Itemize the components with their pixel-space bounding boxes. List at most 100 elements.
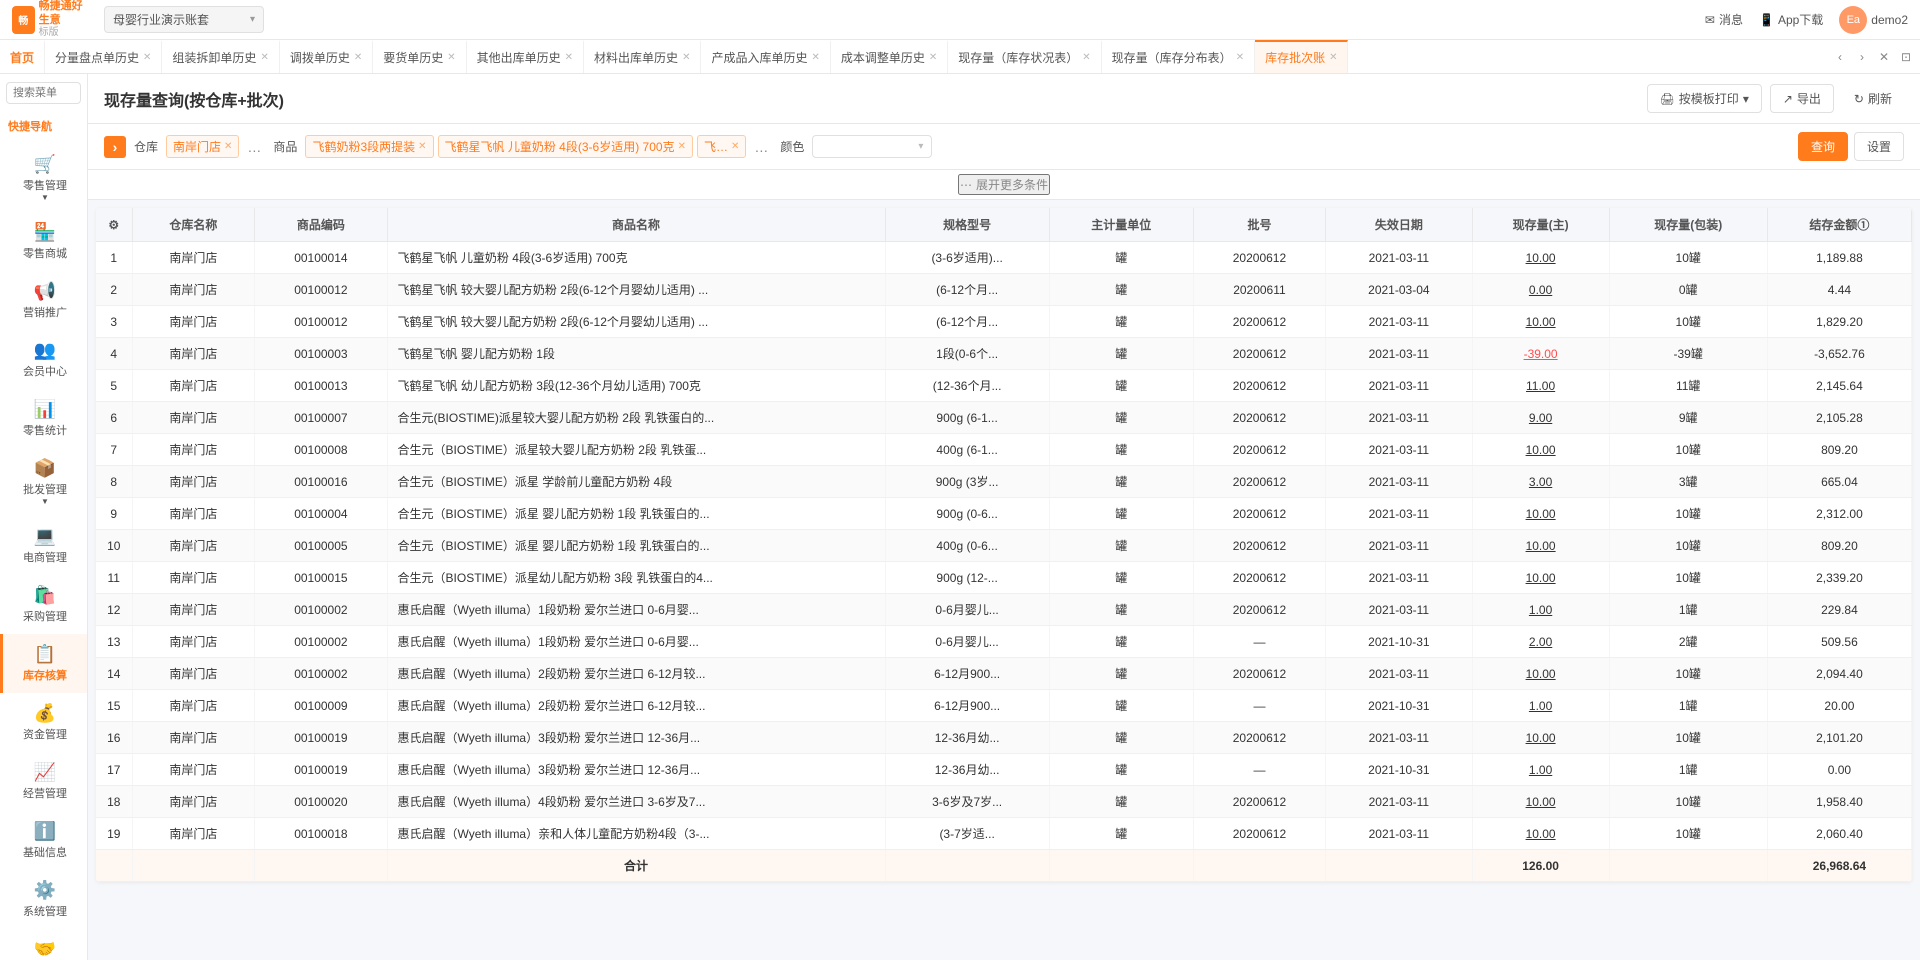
tab-3[interactable]: 调拨单历史 ✕ — [280, 40, 373, 74]
cell-code: 00100019 — [255, 722, 387, 754]
goods-tag-3-remove[interactable]: ✕ — [731, 141, 739, 152]
th-settings[interactable]: ⚙ — [96, 208, 132, 242]
sidebar-item-ecommerce[interactable]: 💻 电商管理 — [0, 516, 87, 575]
sidebar-item-purchase[interactable]: 🛍️ 采购管理 — [0, 575, 87, 634]
tab-8-close[interactable]: ✕ — [929, 52, 937, 63]
cell-name: 合生元(BIOSTIME)派星较大婴儿配方奶粉 2段 乳铁蛋白的... — [387, 402, 885, 434]
cell-code: 00100002 — [255, 594, 387, 626]
tab-9-label: 现存量（库存状况表） — [958, 49, 1078, 66]
table-row: 14 南岸门店 00100002 惠氏启醒（Wyeth illuma）2段奶粉 … — [96, 658, 1912, 690]
workspace-selector[interactable]: 母婴行业演示账套 ▾ — [104, 6, 264, 33]
sidebar-item-member[interactable]: 👥 会员中心 — [0, 330, 87, 389]
tab-2[interactable]: 组装拆卸单历史 ✕ — [162, 40, 279, 74]
message-btn[interactable]: ✉ 消息 — [1705, 11, 1743, 28]
tab-2-close[interactable]: ✕ — [260, 52, 268, 63]
quick-nav[interactable]: 快捷导航 — [0, 112, 87, 140]
footer-amount: 26,968.64 — [1767, 850, 1911, 882]
cell-unit: 罐 — [1049, 562, 1193, 594]
tab-3-close[interactable]: ✕ — [354, 52, 362, 63]
cell-amount: 2,101.20 — [1767, 722, 1911, 754]
page-header: 现存量查询(按仓库+批次) 🖨 按模板打印 ▾ ↗ 导出 ↻ 刷新 — [88, 74, 1920, 124]
tab-4[interactable]: 要货单历史 ✕ — [373, 40, 466, 74]
cell-expiry: 2021-03-11 — [1326, 466, 1473, 498]
warehouse-filter-ellipsis[interactable]: … — [243, 139, 265, 155]
tab-7-close[interactable]: ✕ — [811, 52, 819, 63]
sidebar-item-basic-info[interactable]: ℹ️ 基础信息 — [0, 811, 87, 870]
tab-5-close[interactable]: ✕ — [565, 52, 573, 63]
tab-10[interactable]: 现存量（库存分布表） ✕ — [1102, 40, 1255, 74]
search-input[interactable] — [6, 82, 81, 104]
tab-10-close[interactable]: ✕ — [1236, 52, 1244, 63]
tab-11[interactable]: 库存批次账 ✕ — [1255, 40, 1348, 74]
sidebar-item-system[interactable]: ⚙️ 系统管理 — [0, 870, 87, 929]
cell-num: 8 — [96, 466, 132, 498]
warehouse-tag-remove[interactable]: ✕ — [224, 141, 232, 152]
cell-code: 00100008 — [255, 434, 387, 466]
sidebar-item-inventory[interactable]: 📋 库存核算 — [0, 634, 87, 693]
table-row: 3 南岸门店 00100012 飞鹤星飞帆 较大婴儿配方奶粉 2段(6-12个月… — [96, 306, 1912, 338]
cell-warehouse: 南岸门店 — [132, 722, 255, 754]
cell-stock-main: 11.00 — [1472, 370, 1609, 402]
tab-close-all-btn[interactable]: ✕ — [1874, 47, 1894, 67]
tab-1-close[interactable]: ✕ — [143, 52, 151, 63]
tab-11-close[interactable]: ✕ — [1329, 52, 1337, 63]
settings-btn[interactable]: 设置 — [1854, 132, 1904, 161]
sidebar-item-wholesale[interactable]: 📦 批发管理 ▼ — [0, 448, 87, 516]
user-menu[interactable]: Ea demo2 — [1839, 6, 1908, 34]
goods-tag-1-remove[interactable]: ✕ — [418, 141, 426, 152]
sidebar-item-retail-mall[interactable]: 🏪 零售商城 — [0, 212, 87, 271]
cell-stock-pkg: 10罐 — [1609, 818, 1767, 850]
sidebar-item-retail-mgmt[interactable]: 🛒 零售管理 ▼ — [0, 144, 87, 212]
sidebar-item-retail-stats[interactable]: 📊 零售统计 — [0, 389, 87, 448]
cell-stock-pkg: 11罐 — [1609, 370, 1767, 402]
tab-6-close[interactable]: ✕ — [682, 52, 690, 63]
goods-tag-2-remove[interactable]: ✕ — [678, 141, 686, 152]
cell-stock-main: 3.00 — [1472, 466, 1609, 498]
tab-5[interactable]: 其他出库单历史 ✕ — [467, 40, 584, 74]
tab-nav: ‹ › ✕ ⊡ — [1826, 47, 1920, 67]
app-download-btn[interactable]: 📱 App下载 — [1759, 11, 1823, 28]
tab-prev-btn[interactable]: ‹ — [1830, 47, 1850, 67]
cell-warehouse: 南岸门店 — [132, 274, 255, 306]
cell-expiry: 2021-10-31 — [1326, 626, 1473, 658]
goods-filter-ellipsis[interactable]: … — [750, 139, 772, 155]
cell-spec: 3-6岁及7岁... — [885, 786, 1049, 818]
sidebar-item-finance[interactable]: 💰 资金管理 — [0, 693, 87, 752]
tab-home[interactable]: 首页 — [0, 40, 45, 74]
footer-empty-3 — [255, 850, 387, 882]
sidebar-item-collab[interactable]: 🤝 企业协同 — [0, 929, 87, 960]
table-header-row: ⚙ 仓库名称 商品编码 商品名称 规格型号 主计量单位 批号 失效日期 现存量(… — [96, 208, 1912, 242]
tab-9-close[interactable]: ✕ — [1082, 52, 1090, 63]
tab-9[interactable]: 现存量（库存状况表） ✕ — [948, 40, 1101, 74]
export-btn[interactable]: ↗ 导出 — [1770, 84, 1834, 113]
tab-7[interactable]: 产成品入库单历史 ✕ — [701, 40, 830, 74]
cell-spec: 6-12月900... — [885, 690, 1049, 722]
cell-warehouse: 南岸门店 — [132, 370, 255, 402]
expand-more-label: 展开更多条件 — [976, 176, 1048, 193]
print-template-btn[interactable]: 🖨 按模板打印 ▾ — [1647, 84, 1762, 113]
query-btn[interactable]: 查询 — [1798, 132, 1848, 161]
goods-tag-group: 飞鹤奶粉3段两提装 ✕ 飞鹤星飞帆 儿童奶粉 4段(3-6岁适用) 700克 ✕… — [305, 135, 772, 158]
export-icon: ↗ — [1783, 92, 1793, 106]
tab-menu-btn[interactable]: ⊡ — [1896, 47, 1916, 67]
tab-4-close[interactable]: ✕ — [447, 52, 455, 63]
tab-8[interactable]: 成本调整单历史 ✕ — [831, 40, 948, 74]
expand-more-btn[interactable]: ⋯ 展开更多条件 — [958, 174, 1050, 195]
color-filter-select[interactable]: ▾ — [812, 135, 932, 158]
sidebar-item-operations[interactable]: 📈 经营管理 — [0, 752, 87, 811]
cell-warehouse: 南岸门店 — [132, 786, 255, 818]
basic-info-icon: ℹ️ — [7, 821, 83, 842]
cell-amount: -3,652.76 — [1767, 338, 1911, 370]
cell-name: 合生元（BIOSTIME）派星 婴儿配方奶粉 1段 乳铁蛋白的... — [387, 498, 885, 530]
refresh-btn[interactable]: ↻ 刷新 — [1842, 85, 1904, 112]
tab-next-btn[interactable]: › — [1852, 47, 1872, 67]
tab-6[interactable]: 材料出库单历史 ✕ — [584, 40, 701, 74]
cell-amount: 4.44 — [1767, 274, 1911, 306]
retail-mgmt-icon: 🛒 — [7, 154, 83, 175]
expand-icon: ⋯ — [960, 178, 972, 192]
cell-code: 00100013 — [255, 370, 387, 402]
sidebar-item-marketing[interactable]: 📢 营销推广 — [0, 271, 87, 330]
filter-arrow-btn[interactable]: › — [104, 136, 126, 158]
tab-1[interactable]: 分量盘点单历史 ✕ — [45, 40, 162, 74]
cell-batch: 20200612 — [1193, 306, 1325, 338]
